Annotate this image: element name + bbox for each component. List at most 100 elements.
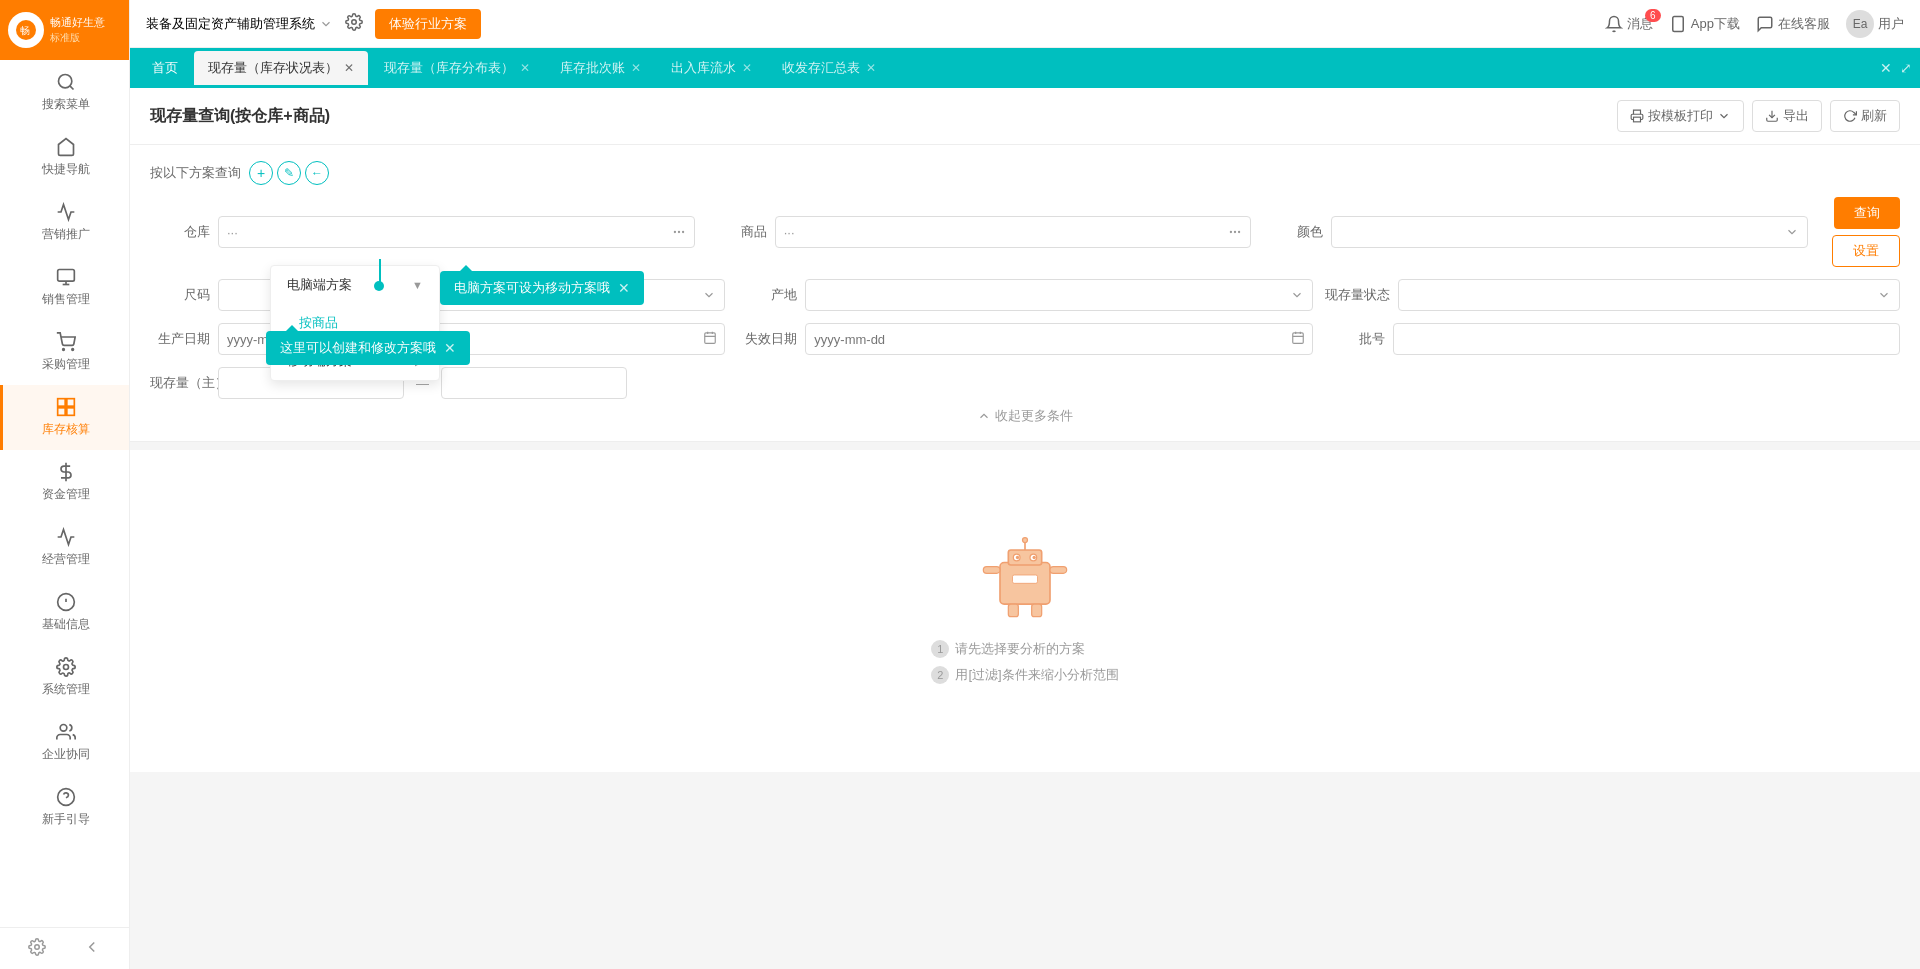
tab-summary[interactable]: 收发存汇总表 ✕ — [768, 51, 890, 85]
edit-tooltip-text: 这里可以创建和修改方案哦 — [280, 339, 436, 357]
tab-inventory-status[interactable]: 现存量（库存状况表） ✕ — [194, 51, 368, 85]
user-menu[interactable]: Ea 用户 — [1846, 10, 1904, 38]
edit-tooltip: 这里可以创建和修改方案哦 ✕ — [266, 331, 470, 365]
sidebar-label-management: 经营管理 — [42, 551, 90, 568]
logo-icon: 畅 — [8, 12, 44, 48]
sidebar-item-sales[interactable]: 销售管理 — [0, 255, 129, 320]
sidebar-item-guide[interactable]: 新手引导 — [0, 775, 129, 840]
back-scheme-btn[interactable]: ← — [305, 161, 329, 185]
tab-batch-ledger[interactable]: 库存批次账 ✕ — [546, 51, 655, 85]
main-area: 装备及固定资产辅助管理系统 体验行业方案 消息 6 App下载 在线客服 — [130, 0, 1920, 969]
svg-rect-12 — [67, 408, 75, 416]
logo: 畅 畅通好生意 标准版 — [0, 0, 129, 60]
tab-close-inout-flow[interactable]: ✕ — [742, 61, 752, 75]
tip-num-2: 2 — [931, 666, 949, 684]
reset-btn[interactable]: 设置 — [1832, 235, 1900, 267]
sidebar-item-system[interactable]: 系统管理 — [0, 645, 129, 710]
tab-home[interactable]: 首页 — [138, 53, 192, 83]
refresh-icon — [1843, 109, 1857, 123]
color-select[interactable] — [1331, 216, 1808, 248]
print-btn[interactable]: 按模板打印 — [1617, 100, 1744, 132]
sidebar-item-finance[interactable]: 资金管理 — [0, 450, 129, 515]
goods-select[interactable]: ··· — [775, 216, 1252, 248]
sidebar-item-purchase[interactable]: 采购管理 — [0, 320, 129, 385]
sidebar-item-inventory[interactable]: 库存核算 — [0, 385, 129, 450]
app-download-btn[interactable]: App下载 — [1669, 15, 1740, 33]
system-selector[interactable]: 装备及固定资产辅助管理系统 — [146, 15, 333, 33]
size-chevron-icon — [702, 288, 716, 302]
system-settings-btn[interactable] — [345, 13, 363, 34]
tip-text-2: 用[过滤]条件来缩小分析范围 — [955, 666, 1118, 684]
tab-inout-flow[interactable]: 出入库流水 ✕ — [657, 51, 766, 85]
filter-field-batch: 批号 — [1325, 323, 1900, 355]
collapse-btn[interactable]: 收起更多条件 — [977, 407, 1073, 425]
sidebar-label-search: 搜索菜单 — [42, 96, 90, 113]
tab-close-inventory-distribution[interactable]: ✕ — [520, 61, 530, 75]
online-service-label: 在线客服 — [1778, 15, 1830, 33]
batch-input[interactable] — [1393, 323, 1900, 355]
logo-badge: 标准版 — [50, 31, 105, 45]
add-scheme-btn[interactable]: + — [249, 161, 273, 185]
online-service-btn[interactable]: 在线客服 — [1756, 15, 1830, 33]
connector-dot — [374, 281, 384, 291]
export-label: 导出 — [1783, 107, 1809, 125]
svg-point-32 — [1231, 231, 1232, 232]
stock-main-to[interactable] — [441, 367, 627, 399]
sidebar-item-collaboration[interactable]: 企业协同 — [0, 710, 129, 775]
sidebar-item-info[interactable]: 基础信息 — [0, 580, 129, 645]
origin-select[interactable] — [805, 279, 1312, 311]
sidebar-item-marketing[interactable]: 营销推广 — [0, 190, 129, 255]
exp-date-input[interactable] — [805, 323, 1312, 355]
svg-point-8 — [72, 349, 74, 351]
collapse-label: 收起更多条件 — [995, 407, 1073, 425]
logo-text: 畅通好生意 — [50, 15, 105, 30]
svg-rect-53 — [1032, 604, 1042, 617]
svg-rect-25 — [1634, 117, 1641, 122]
goods-more-icon — [1228, 225, 1242, 239]
filter-row-1: 仓库 ··· 商品 ··· 颜色 — [150, 197, 1900, 267]
close-all-tabs-btn[interactable]: ✕ — [1880, 60, 1892, 76]
notifications-btn[interactable]: 消息 6 — [1605, 15, 1653, 33]
empty-tips: 1 请先选择要分析的方案 2 用[过滤]条件来缩小分析范围 — [931, 640, 1118, 692]
svg-point-45 — [1016, 556, 1019, 559]
tab-inventory-status-label: 现存量（库存状况表） — [208, 59, 338, 77]
tab-close-inventory-status[interactable]: ✕ — [344, 61, 354, 75]
prod-date-icon[interactable] — [703, 331, 717, 348]
settings-bottom-btn[interactable] — [28, 938, 46, 959]
sidebar-item-navigation[interactable]: 快捷导航 — [0, 125, 129, 190]
refresh-btn[interactable]: 刷新 — [1830, 100, 1900, 132]
scheme-panel-item-pc[interactable]: 电脑端方案 ▼ — [271, 266, 439, 304]
sidebar-label-inventory: 库存核算 — [42, 421, 90, 438]
empty-illustration — [975, 530, 1075, 620]
scheme-tooltip-close[interactable]: ✕ — [618, 280, 630, 296]
svg-point-28 — [682, 231, 683, 232]
sidebar-item-management[interactable]: 经营管理 — [0, 515, 129, 580]
edit-scheme-btn[interactable]: ✎ — [277, 161, 301, 185]
tab-inventory-distribution[interactable]: 现存量（库存分布表） ✕ — [370, 51, 544, 85]
export-btn[interactable]: 导出 — [1752, 100, 1822, 132]
maximize-btn[interactable]: ⤢ — [1900, 60, 1912, 76]
goods-value: ··· — [784, 225, 795, 240]
warehouse-select[interactable]: ··· — [218, 216, 695, 248]
color-label: 颜色 — [1263, 223, 1323, 241]
filter-field-warehouse: 仓库 ··· — [150, 216, 695, 248]
edit-tooltip-close[interactable]: ✕ — [444, 340, 456, 356]
scheme-tooltip-text: 电脑方案可设为移动方案哦 — [454, 279, 610, 297]
industry-btn[interactable]: 体验行业方案 — [375, 9, 481, 39]
tab-close-summary[interactable]: ✕ — [866, 61, 876, 75]
warehouse-value: ··· — [227, 225, 238, 240]
exp-date-icon[interactable] — [1291, 331, 1305, 348]
collapse-sidebar-btn[interactable] — [83, 938, 101, 959]
sidebar-item-search[interactable]: 搜索菜单 — [0, 60, 129, 125]
tab-batch-ledger-label: 库存批次账 — [560, 59, 625, 77]
tab-inout-flow-label: 出入库流水 — [671, 59, 736, 77]
prod-date-label: 生产日期 — [150, 330, 210, 348]
filter-field-origin: 产地 — [737, 279, 1312, 311]
search-btn[interactable]: 查询 — [1834, 197, 1900, 229]
chevron-down-print-icon — [1717, 109, 1731, 123]
stock-status-select[interactable] — [1398, 279, 1900, 311]
batch-label: 批号 — [1325, 330, 1385, 348]
content-area: 现存量查询(按仓库+商品) 按模板打印 导出 刷新 按 — [130, 88, 1920, 969]
tab-close-batch-ledger[interactable]: ✕ — [631, 61, 641, 75]
scheme-label-pc: 电脑端方案 — [287, 276, 352, 294]
